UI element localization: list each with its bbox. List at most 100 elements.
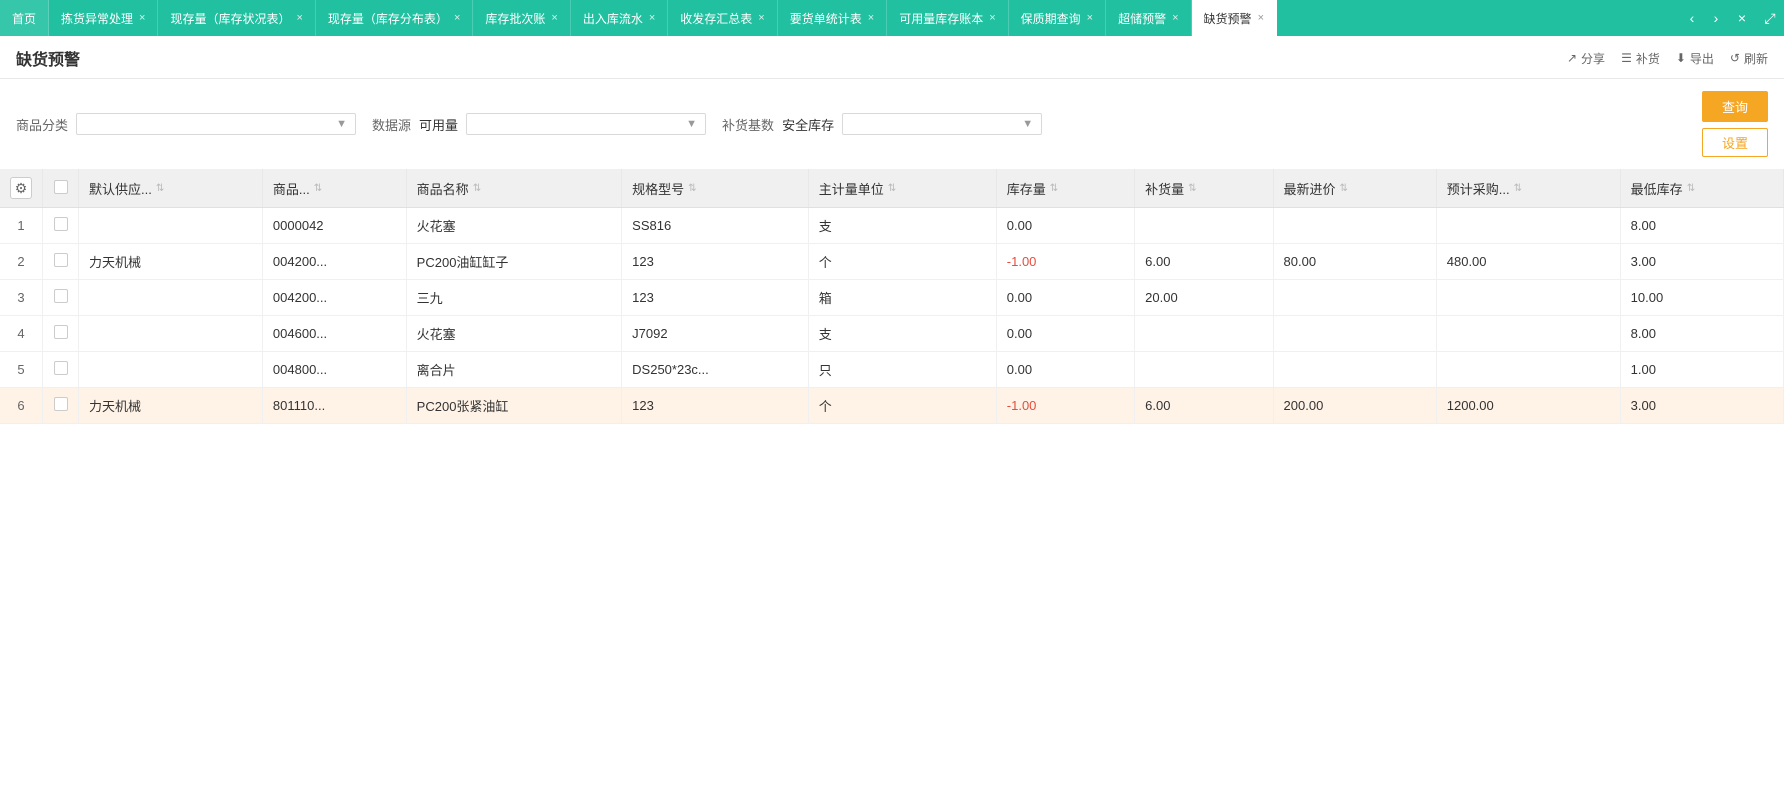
close-tab-inout[interactable]: × (649, 12, 655, 24)
col-spec-header[interactable]: 规格型号 ⇅ (622, 169, 809, 208)
col-supplier-header[interactable]: 默认供应... ⇅ (79, 169, 263, 208)
tab-req[interactable]: 要货单统计表 × (778, 0, 887, 36)
filter-bar: 商品分类 ▼ 数据源 可用量 ▼ 补货基数 安全库存 ▼ 查询 设置 (0, 79, 1784, 169)
row-checkbox[interactable] (54, 289, 68, 303)
row-checkbox[interactable] (54, 217, 68, 231)
close-tab-inv1[interactable]: × (296, 12, 302, 24)
row-checkbox[interactable] (54, 397, 68, 411)
latest-price-sort-icon: ⇅ (1340, 183, 1348, 194)
tab-recv[interactable]: 收发存汇总表 × (668, 0, 777, 36)
close-tab-exc[interactable]: × (139, 12, 145, 24)
spec-sort-icon: ⇅ (688, 183, 696, 194)
tab-expire[interactable]: 保质期查询 × (1009, 0, 1106, 36)
row-checkbox-cell (43, 316, 79, 352)
est-purchase-cell (1436, 352, 1620, 388)
close-tab-req[interactable]: × (868, 12, 874, 24)
query-button[interactable]: 查询 (1702, 91, 1768, 122)
tab-over[interactable]: 超储预警 × (1106, 0, 1191, 36)
close-tab-batch[interactable]: × (551, 12, 557, 24)
replenish-base-filter-group: 补货基数 安全库存 ▼ (722, 113, 1042, 135)
main-content: 缺货预警 ↗ 分享 ☰ 补货 ⬇ 导出 ↺ 刷新 商品分类 (0, 36, 1784, 796)
row-checkbox-cell (43, 280, 79, 316)
replenish-action[interactable]: ☰ 补货 (1621, 50, 1660, 67)
min-stock-cell: 8.00 (1620, 208, 1783, 244)
product-name-cell: 离合片 (406, 352, 621, 388)
filter-actions: 查询 设置 (1702, 91, 1768, 157)
fullscreen-btn[interactable]: ⤢ (1756, 0, 1784, 36)
min-stock-cell: 3.00 (1620, 388, 1783, 424)
col-stock-header[interactable]: 库存量 ⇅ (996, 169, 1134, 208)
col-est-purchase-header[interactable]: 预计采购... ⇅ (1436, 169, 1620, 208)
row-num: 5 (0, 352, 43, 388)
export-action[interactable]: ⬇ 导出 (1676, 50, 1714, 67)
product-name-cell: 火花塞 (406, 208, 621, 244)
col-unit-header[interactable]: 主计量单位 ⇅ (808, 169, 996, 208)
est-purchase-cell (1436, 208, 1620, 244)
est-purchase-sort-icon: ⇅ (1514, 183, 1522, 194)
close-tab-inv2[interactable]: × (454, 12, 460, 24)
settings-button[interactable]: 设置 (1702, 128, 1768, 157)
replenish-base-label: 补货基数 (722, 115, 774, 134)
col-replenish-header[interactable]: 补货量 ⇅ (1135, 169, 1273, 208)
close-tab-short[interactable]: × (1258, 12, 1264, 24)
refresh-action[interactable]: ↺ 刷新 (1730, 50, 1768, 67)
table-row: 6力天机械801110...PC200张紧油缸123个-1.006.00200.… (0, 388, 1784, 424)
row-checkbox[interactable] (54, 361, 68, 375)
replenish-base-chevron-icon: ▼ (1022, 118, 1033, 130)
est-purchase-cell (1436, 316, 1620, 352)
unit-sort-icon: ⇅ (888, 183, 896, 194)
replenish-icon: ☰ (1621, 51, 1632, 65)
row-num: 2 (0, 244, 43, 280)
unit-cell: 支 (808, 316, 996, 352)
replenish-cell: 20.00 (1135, 280, 1273, 316)
replenish-base-select[interactable]: ▼ (842, 113, 1042, 135)
share-action[interactable]: ↗ 分享 (1567, 50, 1605, 67)
data-table: ⚙ 默认供应... ⇅ 商品... ⇅ (0, 169, 1784, 424)
col-latest-price-header[interactable]: 最新进价 ⇅ (1273, 169, 1436, 208)
col-product-code-header[interactable]: 商品... ⇅ (262, 169, 406, 208)
tab-batch[interactable]: 库存批次账 × (473, 0, 570, 36)
datasource-value: 可用量 (419, 115, 458, 134)
row-checkbox-cell (43, 244, 79, 280)
tab-home[interactable]: 首页 (0, 0, 49, 36)
category-select[interactable]: ▼ (76, 113, 356, 135)
product-name-cell: 三九 (406, 280, 621, 316)
replenish-cell (1135, 208, 1273, 244)
category-label: 商品分类 (16, 115, 68, 134)
tab-short[interactable]: 缺货预警 × (1192, 0, 1277, 36)
tab-exc[interactable]: 拣货异常处理 × (49, 0, 158, 36)
tab-inv1[interactable]: 现存量（库存状况表） × (158, 0, 315, 36)
share-icon: ↗ (1567, 51, 1577, 65)
col-min-stock-header[interactable]: 最低库存 ⇅ (1620, 169, 1783, 208)
tab-prev-btn[interactable]: ‹ (1680, 0, 1704, 36)
row-checkbox[interactable] (54, 253, 68, 267)
close-tab-expire[interactable]: × (1087, 12, 1093, 24)
tab-inout[interactable]: 出入库流水 × (571, 0, 668, 36)
product-code-cell: 004600... (262, 316, 406, 352)
tab-next-btn[interactable]: › (1704, 0, 1728, 36)
row-checkbox[interactable] (54, 325, 68, 339)
select-all-checkbox[interactable] (54, 180, 68, 194)
min-stock-sort-icon: ⇅ (1687, 183, 1695, 194)
supplier-sort-icon: ⇅ (156, 183, 164, 194)
datasource-select[interactable]: ▼ (466, 113, 706, 135)
col-product-name-header[interactable]: 商品名称 ⇅ (406, 169, 621, 208)
col-checkbox-header (43, 169, 79, 208)
close-tab-avail[interactable]: × (989, 12, 995, 24)
unit-cell: 箱 (808, 280, 996, 316)
unit-cell: 个 (808, 244, 996, 280)
product-name-sort-icon: ⇅ (473, 183, 481, 194)
tab-inv2[interactable]: 现存量（库存分布表） × (316, 0, 473, 36)
table-container: ⚙ 默认供应... ⇅ 商品... ⇅ (0, 169, 1784, 424)
column-settings-icon[interactable]: ⚙ (10, 177, 32, 199)
tab-avail[interactable]: 可用量库存账本 × (887, 0, 1008, 36)
close-tab-over[interactable]: × (1172, 12, 1178, 24)
row-num: 4 (0, 316, 43, 352)
product-code-cell: 004200... (262, 280, 406, 316)
close-tab-recv[interactable]: × (758, 12, 764, 24)
row-checkbox-cell (43, 208, 79, 244)
close-all-btn[interactable]: × (1728, 0, 1756, 36)
product-code-cell: 0000042 (262, 208, 406, 244)
replenish-cell: 6.00 (1135, 244, 1273, 280)
est-purchase-cell: 1200.00 (1436, 388, 1620, 424)
